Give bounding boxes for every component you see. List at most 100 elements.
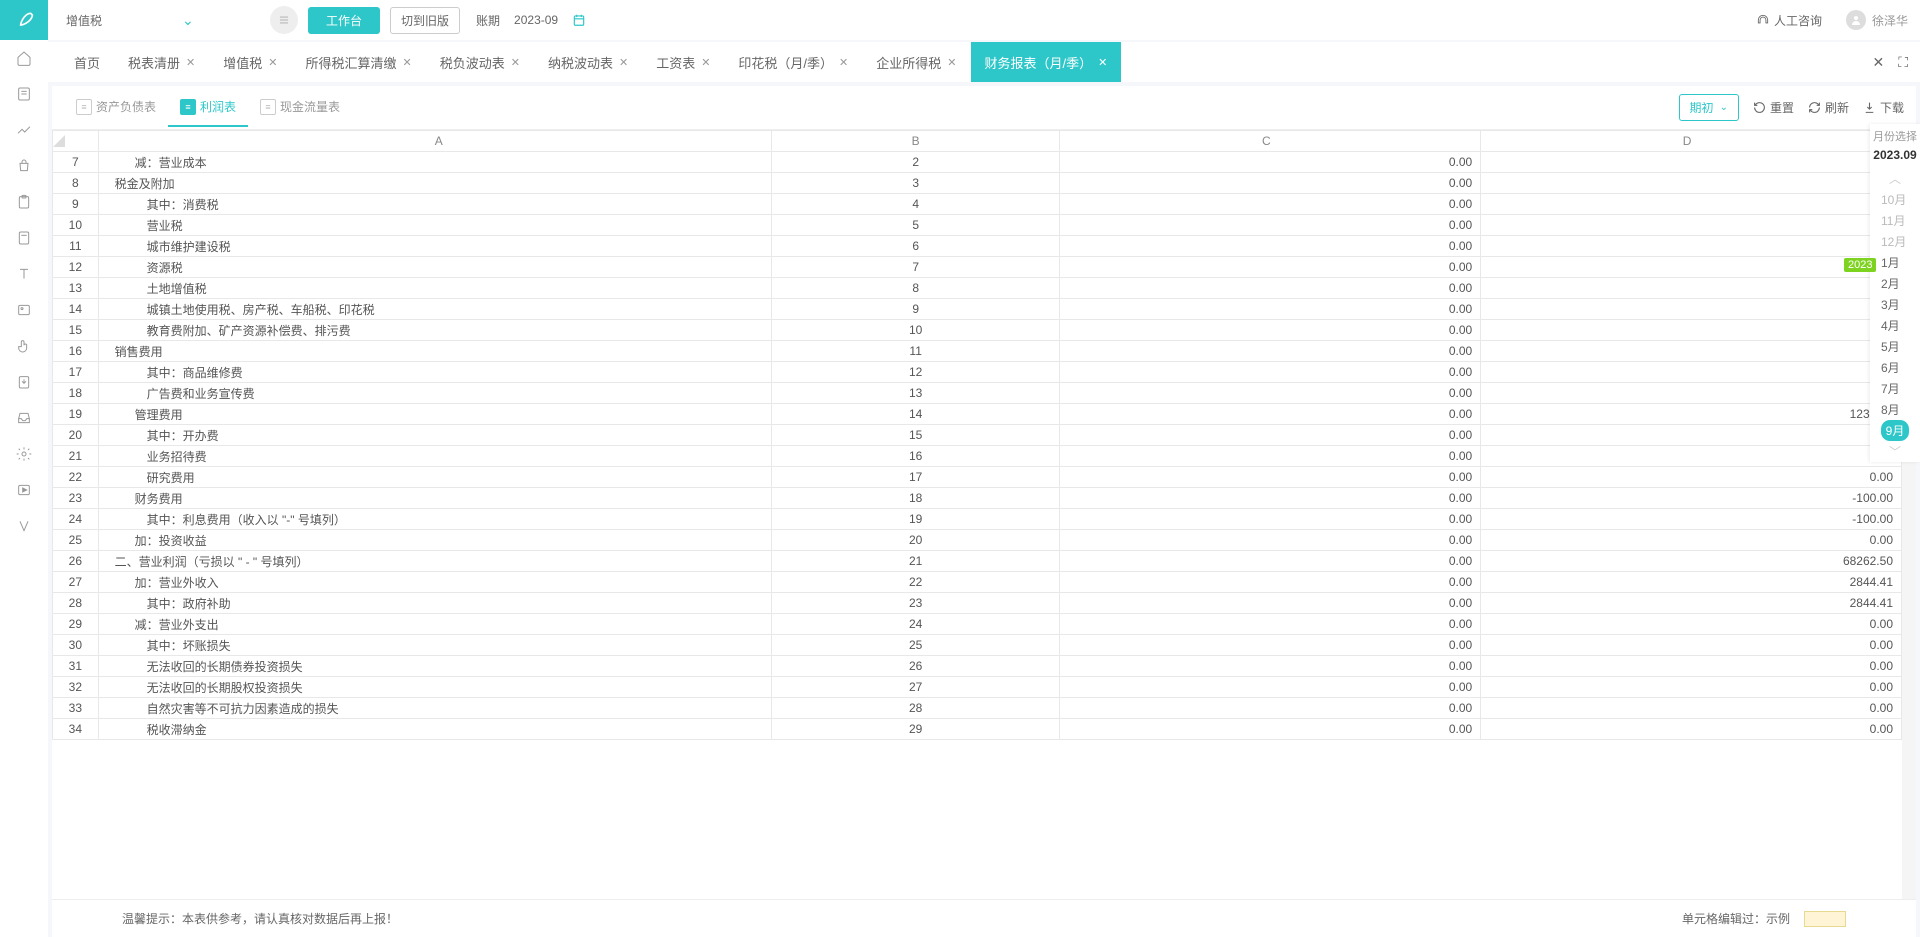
row-header[interactable]: 9 [53,194,99,215]
cell[interactable]: 二、营业利润（亏损以 " - " 号填列） [98,551,771,572]
month-item-8[interactable]: 6月 [1881,357,1909,378]
cell[interactable]: 土地增值税 [98,278,771,299]
month-item-6[interactable]: 4月 [1881,315,1909,336]
month-item-7[interactable]: 5月 [1881,336,1909,357]
cell[interactable]: 管理费用 [98,404,771,425]
tab-fullscreen[interactable]: ⛶ [1898,54,1908,71]
cell[interactable]: 2844.41 [1481,593,1902,614]
workspace-button[interactable]: 工作台 [308,7,380,34]
row-header[interactable]: 33 [53,698,99,719]
tab-0[interactable]: 首页 [60,42,114,82]
cell[interactable]: 城镇土地使用税、房产税、车船税、印花税 [98,299,771,320]
tab-close-icon[interactable]: ✕ [619,56,628,69]
row-header[interactable]: 23 [53,488,99,509]
cell[interactable]: 0.00 [1481,278,1902,299]
row-header[interactable]: 11 [53,236,99,257]
nav-calc-icon[interactable] [0,220,48,256]
cell[interactable]: 5 [771,215,1060,236]
cell[interactable]: 0.00 [1060,614,1481,635]
cell[interactable]: 0.00 [1060,215,1481,236]
tab-close-icon[interactable]: ✕ [947,56,956,69]
cell[interactable]: 0.00 [1060,467,1481,488]
cell[interactable]: 0.00 [1060,656,1481,677]
month-item-4[interactable]: 2月 [1881,273,1909,294]
cell[interactable]: 0.00 [1481,656,1902,677]
tab-2[interactable]: 增值税✕ [209,42,291,82]
row-header[interactable]: 20 [53,425,99,446]
row-header[interactable]: 19 [53,404,99,425]
row-header[interactable]: 28 [53,593,99,614]
cell[interactable]: 0.00 [1481,194,1902,215]
cell[interactable]: 0.00 [1060,446,1481,467]
download-button[interactable]: 下载 [1863,99,1904,116]
cell[interactable]: 20 [771,530,1060,551]
period-dropdown[interactable]: 期初 ⌄ [1679,94,1739,121]
cell[interactable]: 0.00 [1060,677,1481,698]
cell[interactable]: 0.00 [1060,194,1481,215]
cell[interactable]: 12 [771,362,1060,383]
cell[interactable]: 其中：开办费 [98,425,771,446]
row-header[interactable]: 10 [53,215,99,236]
cell[interactable]: 25 [771,635,1060,656]
subtab-2[interactable]: ≡现金流量表 [248,88,352,127]
cell[interactable]: 0.00 [1481,362,1902,383]
tab-close-icon[interactable]: ✕ [186,56,195,69]
cell[interactable]: 22 [771,572,1060,593]
tab-close-icon[interactable]: ✕ [701,56,710,69]
cell[interactable]: 营业税 [98,215,771,236]
tax-type-selector[interactable]: 增值税 ⌄ [60,12,260,29]
cell[interactable]: 1237.50 [1481,404,1902,425]
month-item-5[interactable]: 3月 [1881,294,1909,315]
cell[interactable]: 0.00 [1481,719,1902,740]
row-header[interactable]: 8 [53,173,99,194]
nav-doc-icon[interactable] [0,76,48,112]
col-header-c[interactable]: C [1060,131,1481,152]
cell[interactable]: 0.00 [1060,173,1481,194]
cell[interactable]: 11 [771,341,1060,362]
row-header[interactable]: 22 [53,467,99,488]
nav-home-icon[interactable] [0,40,48,76]
reset-button[interactable]: 重置 [1753,99,1794,116]
cell[interactable]: 0.00 [1060,299,1481,320]
cell[interactable]: 9 [771,299,1060,320]
calendar-icon[interactable] [572,13,586,27]
cell[interactable]: 0.00 [1481,257,1902,278]
month-item-3[interactable]: 1月 [1881,252,1909,273]
month-item-11[interactable]: 9月 [1881,420,1909,441]
cell[interactable]: 0.00 [1481,677,1902,698]
tab-close-all[interactable]: ✕ [1872,54,1884,71]
month-down-arrow[interactable]: ﹀ [1889,441,1901,462]
tab-5[interactable]: 纳税波动表✕ [534,42,642,82]
cell[interactable]: 财务费用 [98,488,771,509]
month-item-9[interactable]: 7月 [1881,378,1909,399]
cell[interactable]: 0.00 [1060,593,1481,614]
cell[interactable]: 0.00 [1060,362,1481,383]
cell[interactable]: 0.00 [1481,341,1902,362]
cell[interactable]: 其中：利息费用（收入以 "-" 号填列） [98,509,771,530]
cell[interactable]: 加：投资收益 [98,530,771,551]
cell[interactable]: 28 [771,698,1060,719]
switch-old-button[interactable]: 切到旧版 [390,7,460,34]
cell[interactable]: 0.00 [1481,152,1902,173]
tab-close-icon[interactable]: ✕ [511,56,520,69]
cell[interactable]: 0.00 [1060,278,1481,299]
cell[interactable]: 0.00 [1060,698,1481,719]
cell[interactable]: 0.00 [1060,320,1481,341]
tab-6[interactable]: 工资表✕ [642,42,724,82]
cell[interactable]: 无法收回的长期股权投资损失 [98,677,771,698]
cell[interactable]: 15 [771,425,1060,446]
nav-play-icon[interactable] [0,472,48,508]
cell[interactable]: 0.00 [1060,341,1481,362]
cell[interactable]: 减：营业外支出 [98,614,771,635]
nav-bag-icon[interactable] [0,148,48,184]
row-header[interactable]: 21 [53,446,99,467]
row-header[interactable]: 16 [53,341,99,362]
cell[interactable]: 6 [771,236,1060,257]
cell[interactable]: 减：营业成本 [98,152,771,173]
tab-close-icon[interactable]: ✕ [839,56,848,69]
cell[interactable]: 26 [771,656,1060,677]
cell[interactable]: 无法收回的长期债券投资损失 [98,656,771,677]
cell[interactable]: 3 [771,173,1060,194]
row-header[interactable]: 30 [53,635,99,656]
nav-clipboard-icon[interactable] [0,184,48,220]
